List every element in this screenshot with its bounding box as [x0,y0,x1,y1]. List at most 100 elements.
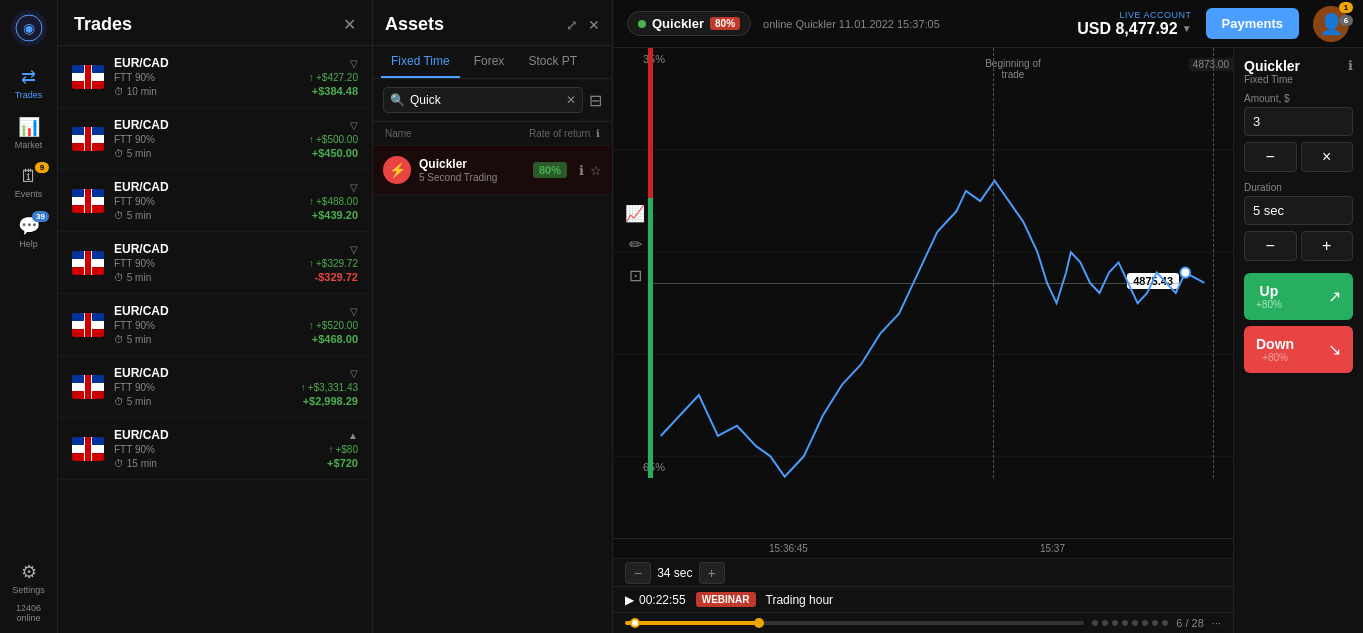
nav-label-help: Help [19,239,38,249]
nav-item-settings[interactable]: ⚙ Settings [0,553,57,603]
asset-item[interactable]: ⚡ Quickler 5 Second Trading 80% ℹ ☆ [373,146,612,195]
dot-4 [1122,620,1128,626]
account-label: LIVE ACCOUNT [1077,10,1191,20]
assets-search-input[interactable] [383,87,583,113]
svg-text:◉: ◉ [23,20,35,36]
trade-pair: EUR/CAD [114,180,169,194]
tab-fixed-time[interactable]: Fixed Time [381,46,460,78]
right-info-icon[interactable]: ℹ [1348,58,1353,73]
trades-close-button[interactable]: ✕ [343,15,356,34]
amount-clear-button[interactable]: × [1301,142,1354,172]
nav-item-market[interactable]: 📊 Market [0,108,57,158]
chart-wrapper: Quickler 80% online Quickler 11.01.2022 … [613,0,1363,633]
assets-close-icon[interactable]: ✕ [588,17,600,33]
asset-star-icon[interactable]: ☆ [590,163,602,178]
trade-item[interactable]: EUR/CAD ▽ FTT 90% ↑ +$520.00 ⏱ 5 min +$4… [58,294,372,356]
trade-item[interactable]: EUR/CAD ▲ FTT 90% ↑ +$80 ⏱ 15 min +$720 [58,418,372,480]
nav-label-settings: Settings [12,585,45,595]
up-button-return: +80% [1256,299,1282,310]
trade-time: ⏱ 5 min [114,396,151,407]
nav-label-events: Events [15,189,43,199]
trades-title: Trades [74,14,132,35]
chart-main: 4876.00 4875.00 4874.00 4873.00 Beginnin… [613,48,1233,538]
trade-profit: -$329.72 [315,271,358,283]
progress-more-button[interactable]: ··· [1212,617,1221,629]
dot-7 [1152,620,1158,626]
nav-item-events[interactable]: 9 🗓 Events [0,158,57,207]
header-right: LIVE ACCOUNT USD 8,477.92 ▼ Payments 👤 1… [1077,6,1349,42]
progress-bar-row: 6 / 28 ··· [613,612,1233,633]
chart-status-text: online Quickler 11.01.2022 15:37:05 [763,18,940,30]
expand-icon: ▽ [350,182,358,193]
nav-item-help[interactable]: 39 💬 Help [0,207,57,257]
trade-flag [72,251,104,275]
trade-pair: EUR/CAD [114,56,169,70]
svg-rect-6 [85,65,91,89]
zoom-out-button[interactable]: − [625,562,651,584]
trade-bar [648,48,653,478]
trade-item[interactable]: EUR/CAD ▽ FTT 90% ↑ +$3,331.43 ⏱ 5 min +… [58,356,372,418]
asset-icon: ⚡ [383,156,411,184]
trade-flag [72,189,104,213]
trade-potential: ↑ +$520.00 [309,320,358,331]
duration-minus-button[interactable]: − [1244,231,1297,261]
nav-bottom: ⚙ Settings 12406 online [0,553,57,633]
svg-rect-16 [85,189,91,213]
trades-panel: Trades ✕ EUR/CAD ▽ FTT 90% [58,0,373,633]
dot-3 [1112,620,1118,626]
asset-info-icon[interactable]: ℹ [579,163,584,178]
expand-icon: ▽ [350,120,358,131]
trade-time: ⏱ 15 min [114,458,157,469]
webinar-time: 00:22:55 [639,593,686,607]
asset-sub: 5 Second Trading [419,172,533,183]
zoom-in-button[interactable]: + [699,562,725,584]
header-avatar[interactable]: 👤 1 6 [1313,6,1349,42]
account-info: LIVE ACCOUNT USD 8,477.92 ▼ [1077,10,1191,38]
trade-pair: EUR/CAD [114,366,169,380]
assets-resize-icon[interactable]: ⤢ [566,17,578,33]
trade-info: EUR/CAD ▽ FTT 90% ↑ +$520.00 ⏱ 5 min +$4… [114,304,358,345]
dot-1 [1092,620,1098,626]
payments-button[interactable]: Payments [1206,8,1299,39]
svg-rect-31 [85,375,91,399]
crosshair-h [648,283,1181,284]
trade-profit: +$450.00 [312,147,358,159]
balance-dropdown-icon[interactable]: ▼ [1182,23,1192,34]
trade-potential: ↑ +$3,331.43 [301,382,358,393]
nav-logo[interactable]: ◉ [11,10,47,46]
trade-item[interactable]: EUR/CAD ▽ FTT 90% ↑ +$500.00 ⏱ 5 min +$4… [58,108,372,170]
webinar-timer: ▶ 00:22:55 [625,593,686,607]
price-4876: 4876.00 [1189,58,1233,71]
dot-8 [1162,620,1168,626]
chart-controls-left: − 34 sec + [625,562,725,584]
asset-return: 80% [533,162,567,178]
notification-badge: 1 [1339,2,1353,13]
trade-item[interactable]: EUR/CAD ▽ FTT 90% ↑ +$329.72 ⏱ 5 min -$3… [58,232,372,294]
chart-bottom-bar: − 34 sec + [613,558,1233,586]
right-asset-name: Quickler [1244,58,1300,74]
search-clear-button[interactable]: ✕ [566,93,576,107]
nav-item-trades[interactable]: ⇄ Trades [0,58,57,108]
tab-forex[interactable]: Forex [464,46,515,78]
end-trade-line [1213,48,1214,478]
up-button[interactable]: Up +80% ↗ [1244,273,1353,320]
dot-6 [1142,620,1148,626]
trades-header: Trades ✕ [58,0,372,46]
assets-header-icons: ⤢ ✕ [566,17,600,33]
filter-icon[interactable]: ⊟ [589,91,602,110]
trade-ftt: FTT 90% [114,134,155,145]
down-button[interactable]: Down +80% ↘ [1244,326,1353,373]
market-icon: 📊 [18,116,40,138]
assets-search-row: 🔍 ✕ ⊟ [373,79,612,122]
trade-item[interactable]: EUR/CAD ▽ FTT 90% ↑ +$427.20 ⏱ 10 min +$… [58,46,372,108]
trade-info: EUR/CAD ▽ FTT 90% ↑ +$488.00 ⏱ 5 min +$4… [114,180,358,221]
amount-input[interactable]: 3 [1244,107,1353,136]
duration-label: Duration [1244,182,1353,193]
trade-item[interactable]: EUR/CAD ▽ FTT 90% ↑ +$488.00 ⏱ 5 min +$4… [58,170,372,232]
tab-stock-pt[interactable]: Stock PT [518,46,587,78]
right-asset-type: Fixed Time [1244,74,1300,85]
trade-potential: ↑ +$80 [328,444,358,455]
assets-panel: Assets ⤢ ✕ Fixed Time Forex Stock PT 🔍 ✕… [373,0,613,633]
amount-minus-button[interactable]: − [1244,142,1297,172]
duration-plus-button[interactable]: + [1301,231,1354,261]
